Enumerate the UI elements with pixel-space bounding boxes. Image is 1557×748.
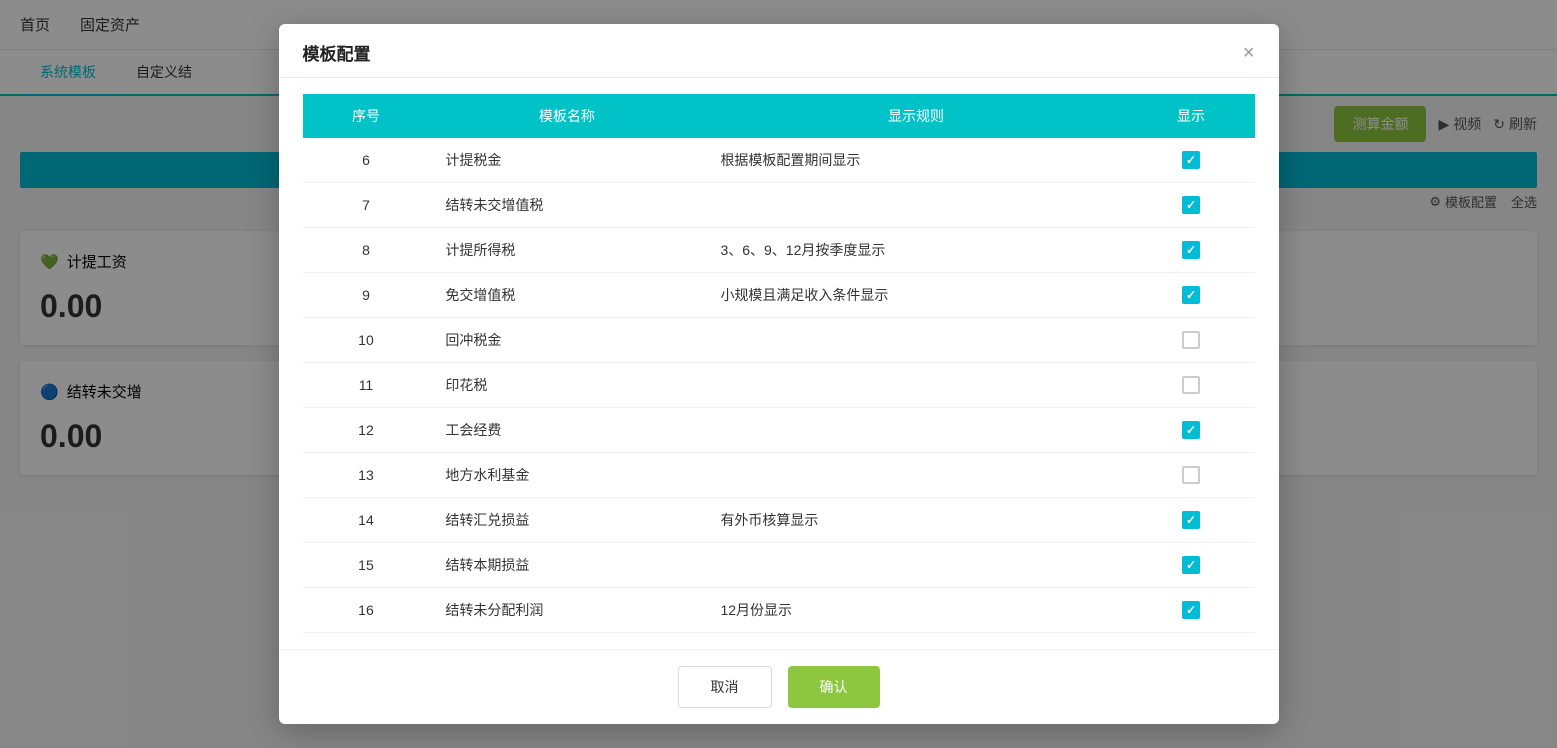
- table-row: 14结转汇兑损益有外币核算显示: [303, 498, 1255, 543]
- cell-name: 地方水利基金: [429, 453, 704, 498]
- col-header-seq: 序号: [303, 94, 430, 138]
- cell-seq: 14: [303, 498, 430, 543]
- cell-rule: 12月份显示: [704, 588, 1127, 633]
- cell-name: 结转未交增值税: [429, 183, 704, 228]
- modal-title: 模板配置: [303, 40, 371, 65]
- checkbox[interactable]: [1182, 556, 1200, 574]
- checkbox[interactable]: [1182, 421, 1200, 439]
- cell-seq: 6: [303, 138, 430, 183]
- cell-seq: 12: [303, 408, 430, 453]
- cell-seq: 7: [303, 183, 430, 228]
- table-row: 16结转未分配利润12月份显示: [303, 588, 1255, 633]
- cell-checkbox[interactable]: [1128, 453, 1255, 498]
- config-table: 序号 模板名称 显示规则 显示 6计提税金根据模板配置期间显示7结转未交增值税8…: [303, 94, 1255, 633]
- table-row: 12工会经费: [303, 408, 1255, 453]
- cell-name: 计提所得税: [429, 228, 704, 273]
- table-row: 15结转本期损益: [303, 543, 1255, 588]
- cell-seq: 16: [303, 588, 430, 633]
- modal-close-button[interactable]: ×: [1243, 43, 1255, 63]
- cell-name: 免交增值税: [429, 273, 704, 318]
- checkbox[interactable]: [1182, 511, 1200, 529]
- checkbox[interactable]: [1182, 331, 1200, 349]
- cell-name: 结转本期损益: [429, 543, 704, 588]
- cell-checkbox[interactable]: [1128, 408, 1255, 453]
- confirm-button[interactable]: 确认: [788, 666, 880, 708]
- cell-checkbox[interactable]: [1128, 183, 1255, 228]
- cell-rule: 小规模且满足收入条件显示: [704, 273, 1127, 318]
- cancel-button[interactable]: 取消: [678, 666, 772, 708]
- cell-name: 回冲税金: [429, 318, 704, 363]
- checkbox[interactable]: [1182, 286, 1200, 304]
- table-row: 8计提所得税3、6、9、12月按季度显示: [303, 228, 1255, 273]
- modal-template-config: 模板配置 × 序号 模板名称 显示规则 显示 6计提税金根据模板配置期间显示7结…: [279, 24, 1279, 724]
- cell-seq: 8: [303, 228, 430, 273]
- cell-rule: 有外币核算显示: [704, 498, 1127, 543]
- cell-checkbox[interactable]: [1128, 273, 1255, 318]
- checkbox[interactable]: [1182, 151, 1200, 169]
- modal-body: 序号 模板名称 显示规则 显示 6计提税金根据模板配置期间显示7结转未交增值税8…: [279, 78, 1279, 649]
- checkbox[interactable]: [1182, 466, 1200, 484]
- cell-name: 工会经费: [429, 408, 704, 453]
- cell-checkbox[interactable]: [1128, 138, 1255, 183]
- cell-checkbox[interactable]: [1128, 498, 1255, 543]
- cell-rule: [704, 408, 1127, 453]
- table-row: 9免交增值税小规模且满足收入条件显示: [303, 273, 1255, 318]
- checkbox[interactable]: [1182, 376, 1200, 394]
- table-row: 10回冲税金: [303, 318, 1255, 363]
- table-row: 11印花税: [303, 363, 1255, 408]
- table-row: 6计提税金根据模板配置期间显示: [303, 138, 1255, 183]
- cell-checkbox[interactable]: [1128, 318, 1255, 363]
- cell-rule: [704, 318, 1127, 363]
- cell-checkbox[interactable]: [1128, 543, 1255, 588]
- cell-rule: 根据模板配置期间显示: [704, 138, 1127, 183]
- col-header-rule: 显示规则: [704, 94, 1127, 138]
- cell-checkbox[interactable]: [1128, 588, 1255, 633]
- table-row: 13地方水利基金: [303, 453, 1255, 498]
- cell-seq: 10: [303, 318, 430, 363]
- cell-name: 计提税金: [429, 138, 704, 183]
- cell-rule: [704, 183, 1127, 228]
- modal-overlay: 模板配置 × 序号 模板名称 显示规则 显示 6计提税金根据模板配置期间显示7结…: [0, 0, 1557, 748]
- checkbox[interactable]: [1182, 601, 1200, 619]
- checkbox[interactable]: [1182, 241, 1200, 259]
- cell-seq: 11: [303, 363, 430, 408]
- cell-seq: 13: [303, 453, 430, 498]
- cell-rule: 3、6、9、12月按季度显示: [704, 228, 1127, 273]
- cell-seq: 15: [303, 543, 430, 588]
- cell-rule: [704, 363, 1127, 408]
- cell-name: 结转汇兑损益: [429, 498, 704, 543]
- table-row: 7结转未交增值税: [303, 183, 1255, 228]
- checkbox[interactable]: [1182, 196, 1200, 214]
- cell-name: 印花税: [429, 363, 704, 408]
- col-header-name: 模板名称: [429, 94, 704, 138]
- cell-checkbox[interactable]: [1128, 228, 1255, 273]
- col-header-display: 显示: [1128, 94, 1255, 138]
- cell-rule: [704, 543, 1127, 588]
- cell-checkbox[interactable]: [1128, 363, 1255, 408]
- cell-name: 结转未分配利润: [429, 588, 704, 633]
- cell-seq: 9: [303, 273, 430, 318]
- cell-rule: [704, 453, 1127, 498]
